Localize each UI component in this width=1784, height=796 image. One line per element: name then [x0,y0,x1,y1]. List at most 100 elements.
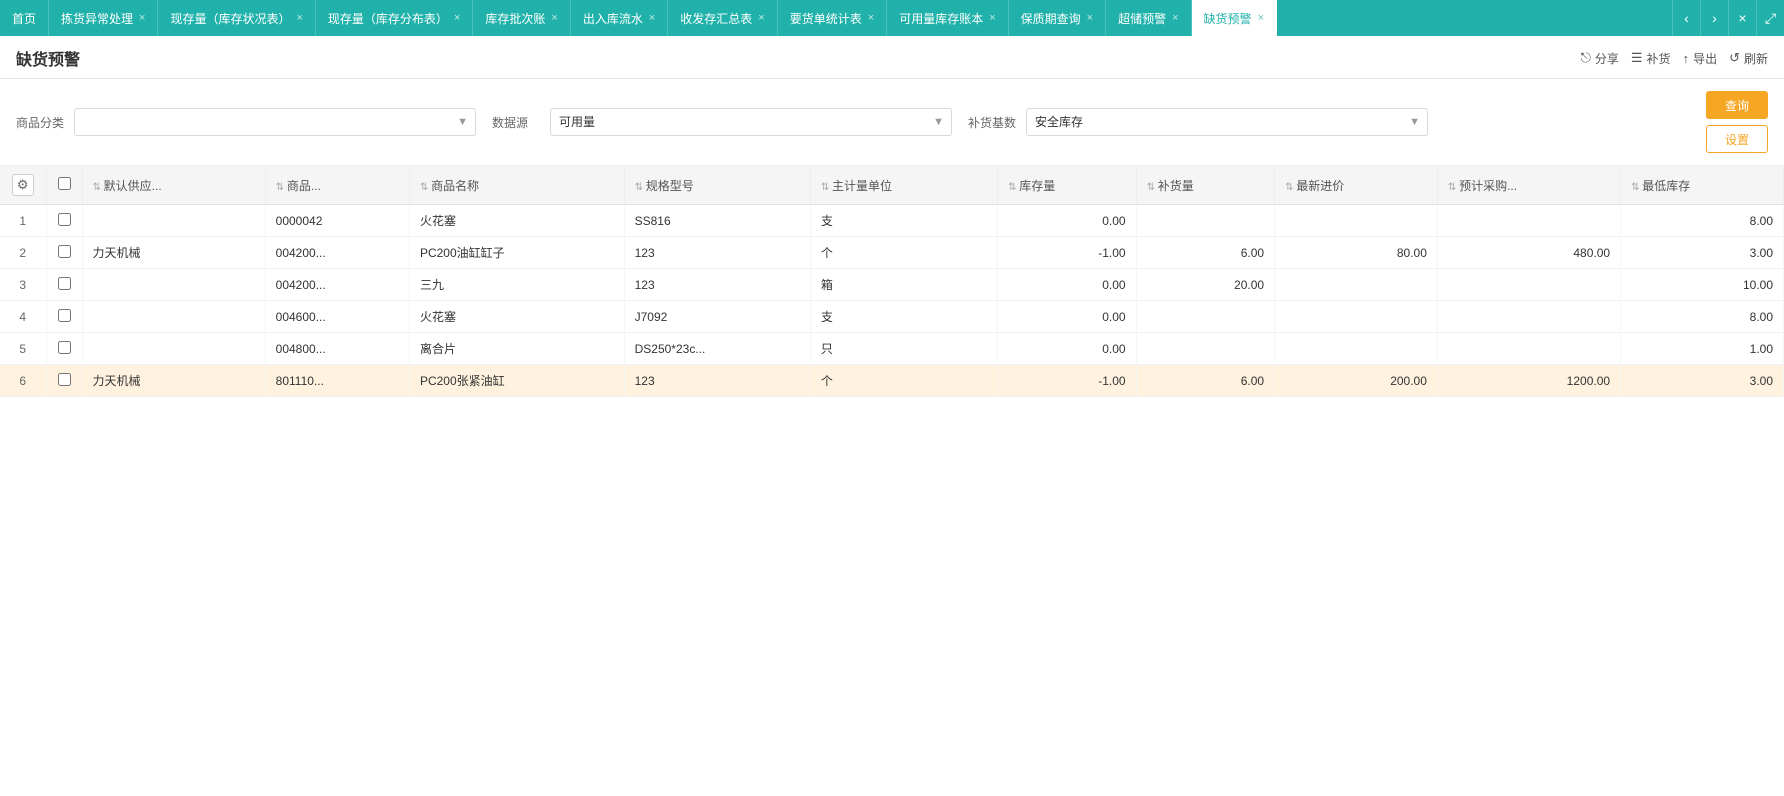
tab-overstock-warning[interactable]: 超储预警 × [1106,0,1191,36]
col-supplier-header: ⇅ 默认供应... [82,166,265,205]
category-filter-group: 商品分类 ▼ [16,108,476,136]
row-latest-price [1275,333,1438,365]
row-checkbox[interactable] [58,341,71,354]
tab-close-all-btn[interactable]: × [1728,0,1756,36]
table-row: 3 004200... 三九 123 箱 0.00 20.00 10.00 [0,269,1784,301]
row-checkbox-cell [46,333,82,365]
col-product-name-header: ⇅ 商品名称 [409,166,624,205]
row-checkbox[interactable] [58,213,71,226]
select-all-checkbox[interactable] [58,177,71,190]
row-product-name: PC200油缸缸子 [409,237,624,269]
replenish-select[interactable]: 安全库存 最低库存 [1026,108,1428,136]
page-content: 缺货预警 ⎋ 分享 ☰ 补货 ↑ 导出 ↺ 刷新 商品分类 [0,36,1784,796]
tab-close-shortage-warning[interactable]: × [1258,12,1264,24]
settings-button[interactable]: 设置 [1706,125,1768,153]
replenish-filter-group: 补货基数 安全库存 最低库存 ▼ [968,108,1428,136]
tab-home[interactable]: 首页 [0,0,49,36]
tab-shortage-warning[interactable]: 缺货预警 × [1192,0,1277,36]
tab-close-overstock-warning[interactable]: × [1172,12,1178,24]
table-header-row: ⚙ ⇅ 默认供应... ⇅ 商品... ⇅ 商品 [0,166,1784,205]
tab-expand-btn[interactable]: ⤢ [1756,0,1784,36]
tab-receive-summary[interactable]: 收发存汇总表 × [668,0,777,36]
row-checkbox-cell [46,237,82,269]
table-row: 1 0000042 火花塞 SS816 支 0.00 8.00 [0,205,1784,237]
tab-available-ledger[interactable]: 可用量库存账本 × [887,0,1008,36]
row-est-purchase: 1200.00 [1437,365,1620,397]
tab-close-stock-status[interactable]: × [296,12,302,24]
tab-close-receive-summary[interactable]: × [758,12,764,24]
row-unit: 支 [810,301,997,333]
row-checkbox[interactable] [58,373,71,386]
replenish-button[interactable]: ☰ 补货 [1631,50,1671,67]
tab-order-stats[interactable]: 要货单统计表 × [778,0,887,36]
tab-close-available-ledger[interactable]: × [989,12,995,24]
row-settings-cell: 5 [0,333,46,365]
query-button[interactable]: 查询 [1706,91,1768,119]
row-est-purchase [1437,301,1620,333]
refresh-button[interactable]: ↺ 刷新 [1729,50,1768,67]
row-spec: DS250*23c... [624,333,810,365]
col-spec-header: ⇅ 规格型号 [624,166,810,205]
table-settings-btn[interactable]: ⚙ [12,174,34,196]
row-product-code: 004600... [265,301,409,333]
row-latest-price: 80.00 [1275,237,1438,269]
share-button[interactable]: ⎋ 分享 [1581,50,1619,67]
col-checkbox [46,166,82,205]
tab-close-order-stats[interactable]: × [868,12,874,24]
sort-icon-replenish: ⇅ [1147,182,1158,193]
table-container: ⚙ ⇅ 默认供应... ⇅ 商品... ⇅ 商品 [0,166,1784,397]
export-button[interactable]: ↑ 导出 [1683,50,1718,67]
row-checkbox[interactable] [58,245,71,258]
col-est-purchase-header: ⇅ 预计采购... [1437,166,1620,205]
datasource-select[interactable]: 可用量 库存量 [550,108,952,136]
tab-close-inout-flow[interactable]: × [649,12,655,24]
row-product-code: 004200... [265,269,409,301]
row-checkbox[interactable] [58,277,71,290]
tab-inout-flow[interactable]: 出入库流水 × [571,0,668,36]
col-settings: ⚙ [0,166,46,205]
row-product-name: 离合片 [409,333,624,365]
row-min-stock: 3.00 [1621,237,1784,269]
row-min-stock: 3.00 [1621,365,1784,397]
tab-close-expiry-query[interactable]: × [1087,12,1093,24]
row-spec: 123 [624,365,810,397]
row-latest-price [1275,301,1438,333]
tab-stock-dist[interactable]: 现存量（库存分布表） × [316,0,473,36]
table-row: 6 力天机械 801110... PC200张紧油缸 123 个 -1.00 6… [0,365,1784,397]
row-unit: 支 [810,205,997,237]
row-checkbox[interactable] [58,309,71,322]
row-stock: 0.00 [998,205,1136,237]
export-icon: ↑ [1683,51,1690,66]
category-select[interactable] [74,108,476,136]
col-stock-header: ⇅ 库存量 [998,166,1136,205]
row-product-name: 三九 [409,269,624,301]
row-product-name: 火花塞 [409,301,624,333]
row-settings-cell: 2 [0,237,46,269]
row-supplier [82,333,265,365]
tab-next-btn[interactable]: › [1700,0,1728,36]
tab-close-abnormal[interactable]: × [139,12,145,24]
row-spec: J7092 [624,301,810,333]
tab-batch-account[interactable]: 库存批次账 × [473,0,570,36]
row-est-purchase [1437,333,1620,365]
data-table: ⚙ ⇅ 默认供应... ⇅ 商品... ⇅ 商品 [0,166,1784,397]
tab-close-batch-account[interactable]: × [551,12,557,24]
sort-icon-est: ⇅ [1448,182,1459,193]
row-replenish-qty: 6.00 [1136,365,1274,397]
row-supplier: 力天机械 [82,365,265,397]
row-latest-price [1275,205,1438,237]
row-settings-cell: 6 [0,365,46,397]
tab-stock-status[interactable]: 现存量（库存状况表） × [158,0,315,36]
tab-nav-buttons: ‹ › × ⤢ [1672,0,1784,36]
sort-icon-code: ⇅ [276,182,287,193]
refresh-icon: ↺ [1729,50,1740,66]
tab-expiry-query[interactable]: 保质期查询 × [1009,0,1106,36]
row-latest-price [1275,269,1438,301]
tab-close-stock-dist[interactable]: × [454,12,460,24]
col-min-stock-header: ⇅ 最低库存 [1621,166,1784,205]
table-row: 2 力天机械 004200... PC200油缸缸子 123 个 -1.00 6… [0,237,1784,269]
header-actions: ⎋ 分享 ☰ 补货 ↑ 导出 ↺ 刷新 [1581,50,1768,67]
tab-abnormal[interactable]: 拣货异常处理 × [49,0,158,36]
tab-prev-btn[interactable]: ‹ [1672,0,1700,36]
sort-icon-stock: ⇅ [1008,182,1019,193]
